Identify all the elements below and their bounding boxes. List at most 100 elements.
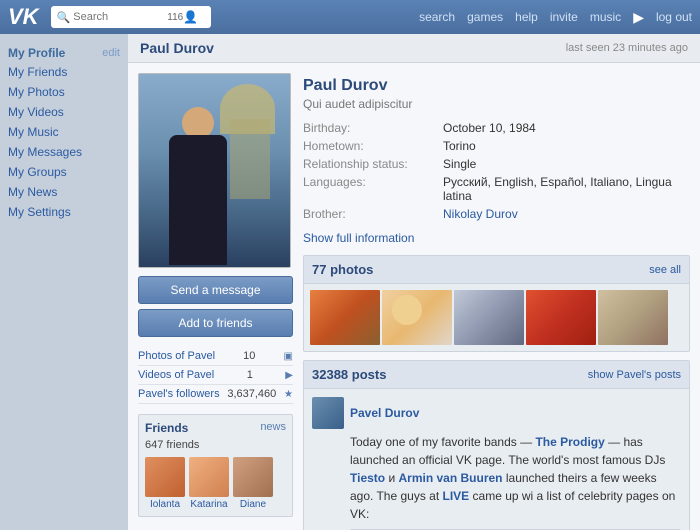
- stats-section: Photos of Pavel 10 ▣ Videos of Pavel 1 ▶…: [138, 347, 293, 404]
- stat-followers-icon: ★: [284, 389, 293, 400]
- right-column: Paul Durov Qui audet adipiscitur Birthda…: [303, 73, 690, 530]
- nav-logout[interactable]: log out: [656, 10, 692, 24]
- photo-thumb-4[interactable]: [598, 290, 668, 345]
- stat-followers: Pavel's followers 3,637,460 ★: [138, 385, 293, 404]
- sidebar-edit-link[interactable]: edit: [102, 47, 120, 59]
- sidebar: My Profile edit My Friends My Photos My …: [0, 34, 128, 530]
- brother-link[interactable]: Nikolay Durov: [443, 207, 518, 221]
- content-area: Paul Durov last seen 23 minutes ago: [128, 34, 700, 530]
- birthday-value: October 10, 1984: [443, 121, 536, 135]
- photo-thumb-0[interactable]: [310, 290, 380, 345]
- friend-item-1[interactable]: Katarina: [189, 457, 229, 510]
- stat-videos-icon: ▶: [285, 370, 293, 381]
- armin-link[interactable]: Armin van Buuren: [399, 471, 503, 485]
- friend-item-2[interactable]: Diane: [233, 457, 273, 510]
- info-hometown: Hometown: Torino: [303, 139, 690, 153]
- profile-tagline: Qui audet adipiscitur: [303, 97, 690, 111]
- vk-logo: VK: [8, 6, 39, 28]
- nav-games[interactable]: games: [467, 10, 503, 24]
- nav-music[interactable]: music: [590, 10, 621, 24]
- sidebar-item-videos[interactable]: My Videos: [0, 102, 128, 122]
- friends-count: 647 friends: [145, 439, 286, 451]
- stat-photos-value: 10: [243, 350, 255, 362]
- sidebar-item-groups[interactable]: My Groups: [0, 162, 128, 182]
- photos-section-header: 77 photos see all: [304, 256, 689, 284]
- profile-photo: [138, 73, 291, 268]
- friends-title: Friends: [145, 421, 188, 435]
- search-count: 116: [167, 12, 183, 23]
- stat-videos: Videos of Pavel 1 ▶: [138, 366, 293, 385]
- last-seen: last seen 23 minutes ago: [566, 42, 688, 54]
- friend-name-0: Iolanta: [145, 499, 185, 510]
- photo-thumb-2[interactable]: [454, 290, 524, 345]
- stat-photos: Photos of Pavel 10 ▣: [138, 347, 293, 366]
- photo-thumb-3[interactable]: [526, 290, 596, 345]
- stat-videos-value: 1: [247, 369, 253, 381]
- hometown-label: Hometown:: [303, 139, 443, 153]
- sidebar-item-friends[interactable]: My Friends: [0, 62, 128, 82]
- info-relationship: Relationship status: Single: [303, 157, 690, 171]
- send-message-button[interactable]: Send a message: [138, 276, 293, 304]
- friend-avatar-2: [233, 457, 273, 497]
- languages-label: Languages:: [303, 175, 443, 203]
- search-input[interactable]: [73, 11, 163, 23]
- brother-label: Brother:: [303, 207, 443, 221]
- header: VK 🔍 116 👤 search games help invite musi…: [0, 0, 700, 34]
- sidebar-item-photos[interactable]: My Photos: [0, 82, 128, 102]
- person-body: [169, 135, 227, 265]
- person-silhouette: [164, 107, 234, 267]
- show-posts-link[interactable]: show Pavel's posts: [588, 369, 681, 381]
- photos-see-all-link[interactable]: see all: [649, 264, 681, 276]
- friend-name-1: Katarina: [189, 499, 229, 510]
- sidebar-item-news[interactable]: My News: [0, 182, 128, 202]
- photos-section: 77 photos see all: [303, 255, 690, 352]
- friends-section: Friends news 647 friends Iolanta Katarin…: [138, 414, 293, 517]
- building-body: [230, 119, 270, 199]
- profile-name-bar: Paul Durov: [140, 40, 214, 56]
- prodigy-link[interactable]: The Prodigy: [535, 435, 604, 449]
- languages-value: Русский, English, Español, Italiano, Lin…: [443, 175, 690, 203]
- header-nav: search games help invite music ▶ log out: [419, 9, 692, 26]
- nav-help[interactable]: help: [515, 10, 538, 24]
- photo-thumb-1[interactable]: [382, 290, 452, 345]
- add-to-friends-button[interactable]: Add to friends: [138, 309, 293, 337]
- stat-videos-label: Videos of Pavel: [138, 369, 214, 381]
- hometown-value: Torino: [443, 139, 476, 153]
- stat-photos-icon: ▣: [284, 351, 293, 362]
- info-section: Paul Durov Qui audet adipiscitur Birthda…: [303, 73, 690, 255]
- left-column: Send a message Add to friends Photos of …: [138, 73, 293, 530]
- posts-title: 32388 posts: [312, 367, 386, 382]
- search-icon: 🔍: [57, 11, 71, 24]
- photos-title: 77 photos: [312, 262, 373, 277]
- info-birthday: Birthday: October 10, 1984: [303, 121, 690, 135]
- post-author-avatar: [312, 397, 344, 429]
- show-full-info-link[interactable]: Show full information: [303, 231, 414, 245]
- search-box[interactable]: 🔍 116 👤: [51, 6, 211, 28]
- tiesto-link[interactable]: Tiesto: [350, 471, 385, 485]
- main-layout: My Profile edit My Friends My Photos My …: [0, 34, 700, 530]
- live-link[interactable]: LIVE: [443, 489, 470, 503]
- nav-search[interactable]: search: [419, 10, 455, 24]
- sidebar-item-music[interactable]: My Music: [0, 122, 128, 142]
- profile-body: Send a message Add to friends Photos of …: [128, 63, 700, 530]
- post-author-name[interactable]: Pavel Durov: [350, 406, 419, 420]
- sidebar-item-messages[interactable]: My Messages: [0, 142, 128, 162]
- brother-value: Nikolay Durov: [443, 207, 518, 221]
- friend-item-0[interactable]: Iolanta: [145, 457, 185, 510]
- friend-avatar-1: [189, 457, 229, 497]
- photos-grid: [304, 284, 689, 351]
- friends-header: Friends news: [145, 421, 286, 435]
- post-author-row: Pavel Durov: [312, 397, 681, 429]
- friends-news-link[interactable]: news: [260, 421, 286, 435]
- birthday-label: Birthday:: [303, 121, 443, 135]
- stat-followers-label: Pavel's followers: [138, 388, 220, 400]
- info-languages: Languages: Русский, English, Español, It…: [303, 175, 690, 203]
- nav-invite[interactable]: invite: [550, 10, 578, 24]
- relationship-value: Single: [443, 157, 476, 171]
- info-table: Birthday: October 10, 1984 Hometown: Tor…: [303, 121, 690, 221]
- sidebar-item-settings[interactable]: My Settings: [0, 202, 128, 222]
- photo-face-1: [392, 295, 422, 325]
- friend-avatar-0: [145, 457, 185, 497]
- friends-grid: Iolanta Katarina Diane: [145, 457, 286, 510]
- play-icon[interactable]: ▶: [633, 9, 644, 26]
